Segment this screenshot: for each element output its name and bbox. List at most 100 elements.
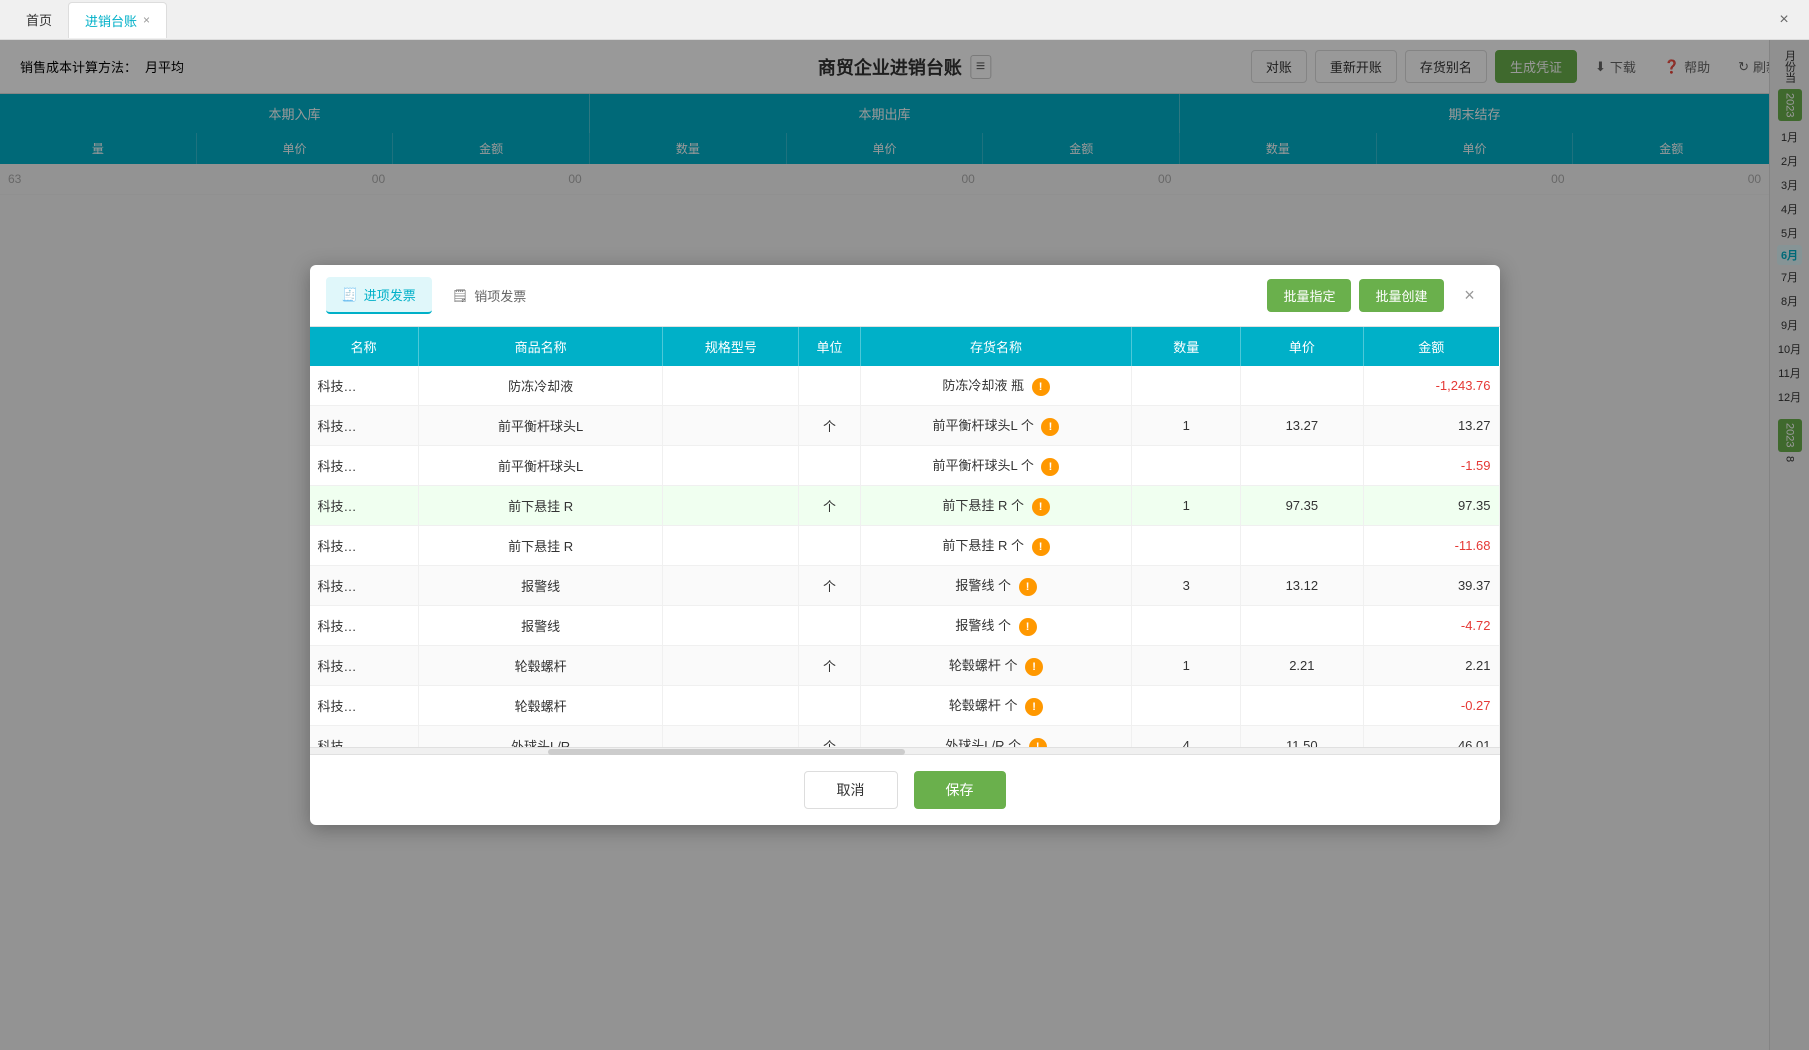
cell-price: 11.50: [1241, 726, 1363, 747]
save-button[interactable]: 保存: [914, 771, 1006, 809]
table-row[interactable]: 科技… 报警线 个 报警线 个 ! 3 13.12 39.37: [310, 566, 1500, 606]
cell-amount: -0.27: [1363, 686, 1499, 726]
cell-name: 科技…: [310, 646, 419, 686]
dialog-header: 🧾 进项发票 🗒 销项发票 批量指定 批量创建 ×: [310, 265, 1500, 327]
dialog-footer: 取消 保存: [310, 754, 1500, 825]
cell-stock: 前平衡杆球头L 个 !: [860, 406, 1132, 446]
h-scrollbar[interactable]: [310, 747, 1500, 754]
cell-price: [1241, 606, 1363, 646]
tab-input-invoice[interactable]: 🧾 进项发票: [326, 277, 432, 314]
cell-stock: 前下悬挂 R 个 !: [860, 526, 1132, 566]
cell-spec: [663, 446, 799, 486]
tab-home[interactable]: 首页: [10, 2, 68, 37]
batch-specify-button[interactable]: 批量指定: [1267, 279, 1351, 312]
table-row[interactable]: 科技… 报警线 报警线 个 ! -4.72: [310, 606, 1500, 646]
cell-stock: 前下悬挂 R 个 !: [860, 486, 1132, 526]
cell-price: [1241, 526, 1363, 566]
tab-output-invoice[interactable]: 🗒 销项发票: [436, 278, 543, 313]
cell-product: 轮毂螺杆: [418, 686, 663, 726]
cell-product: 轮毂螺杆: [418, 646, 663, 686]
cell-amount: 97.35: [1363, 486, 1499, 526]
input-invoice-icon: 🧾: [342, 287, 358, 303]
cell-qty: [1132, 366, 1241, 406]
cell-name: 科技…: [310, 366, 419, 406]
cell-name: 科技…: [310, 486, 419, 526]
cell-name: 科技…: [310, 526, 419, 566]
cell-price: 13.12: [1241, 566, 1363, 606]
cell-spec: [663, 406, 799, 446]
dialog-table[interactable]: 名称 商品名称 规格型号 单位 存货名称 数量 单价 金额 科技… 防冻冷却液: [310, 327, 1500, 747]
cell-unit: [799, 526, 860, 566]
cell-qty: [1132, 526, 1241, 566]
cell-spec: [663, 526, 799, 566]
main-area: 销售成本计算方法： 月平均 商贸企业进销台账 ≡ 对账 重新开账 存货别名 生成…: [0, 40, 1809, 1050]
col-header-unit: 单位: [799, 327, 860, 366]
col-header-name: 名称: [310, 327, 419, 366]
window-close-button[interactable]: ×: [1769, 5, 1799, 35]
cell-product: 前下悬挂 R: [418, 526, 663, 566]
cell-amount: 46.01: [1363, 726, 1499, 747]
cell-qty: 1: [1132, 646, 1241, 686]
cell-name: 科技…: [310, 406, 419, 446]
cell-price: 97.35: [1241, 486, 1363, 526]
cell-price: [1241, 366, 1363, 406]
cell-unit: 个: [799, 566, 860, 606]
cell-stock: 外球头L/R 个 !: [860, 726, 1132, 747]
col-header-qty: 数量: [1132, 327, 1241, 366]
tab-ledger[interactable]: 进销台账 ×: [68, 2, 167, 38]
cell-product: 报警线: [418, 566, 663, 606]
cell-name: 科技…: [310, 606, 419, 646]
table-row[interactable]: 科技… 外球头L/R 个 外球头L/R 个 ! 4 11.50 46.01: [310, 726, 1500, 747]
cell-spec: [663, 686, 799, 726]
cell-amount: -11.68: [1363, 526, 1499, 566]
cell-stock: 轮毂螺杆 个 !: [860, 646, 1132, 686]
cell-unit: 个: [799, 726, 860, 747]
cell-price: [1241, 446, 1363, 486]
table-row[interactable]: 科技… 轮毂螺杆 个 轮毂螺杆 个 ! 1 2.21 2.21: [310, 646, 1500, 686]
dialog-close-button[interactable]: ×: [1456, 282, 1484, 310]
table-row[interactable]: 科技… 前下悬挂 R 前下悬挂 R 个 ! -11.68: [310, 526, 1500, 566]
table-row[interactable]: 科技… 防冻冷却液 防冻冷却液 瓶 ! -1,243.76: [310, 366, 1500, 406]
warning-icon: !: [1032, 538, 1050, 556]
col-header-spec: 规格型号: [663, 327, 799, 366]
cell-unit: [799, 606, 860, 646]
h-scrollbar-thumb[interactable]: [548, 749, 905, 755]
batch-create-button[interactable]: 批量创建: [1359, 279, 1443, 312]
cell-qty: [1132, 446, 1241, 486]
cell-product: 前平衡杆球头L: [418, 406, 663, 446]
cell-amount: -4.72: [1363, 606, 1499, 646]
warning-icon: !: [1025, 658, 1043, 676]
tab-bar: 首页 进销台账 × ×: [0, 0, 1809, 40]
table-row[interactable]: 科技… 轮毂螺杆 轮毂螺杆 个 ! -0.27: [310, 686, 1500, 726]
warning-icon: !: [1019, 618, 1037, 636]
warning-icon: !: [1041, 458, 1059, 476]
table-row[interactable]: 科技… 前平衡杆球头L 前平衡杆球头L 个 ! -1.59: [310, 446, 1500, 486]
cell-product: 防冻冷却液: [418, 366, 663, 406]
cell-qty: [1132, 686, 1241, 726]
cell-product: 外球头L/R: [418, 726, 663, 747]
cell-spec: [663, 486, 799, 526]
warning-icon: !: [1041, 418, 1059, 436]
cell-amount: -1.59: [1363, 446, 1499, 486]
table-row[interactable]: 科技… 前平衡杆球头L 个 前平衡杆球头L 个 ! 1 13.27 13.27: [310, 406, 1500, 446]
cell-unit: [799, 446, 860, 486]
tab-close-icon[interactable]: ×: [143, 13, 150, 27]
cell-unit: 个: [799, 406, 860, 446]
dialog-actions: 批量指定 批量创建: [1267, 279, 1443, 312]
cell-spec: [663, 726, 799, 747]
cell-qty: [1132, 606, 1241, 646]
cell-amount: 2.21: [1363, 646, 1499, 686]
col-header-amount: 金额: [1363, 327, 1499, 366]
col-header-stock: 存货名称: [860, 327, 1132, 366]
cell-qty: 1: [1132, 406, 1241, 446]
warning-icon: !: [1019, 578, 1037, 596]
cell-product: 前下悬挂 R: [418, 486, 663, 526]
warning-icon: !: [1032, 378, 1050, 396]
cell-stock: 报警线 个 !: [860, 606, 1132, 646]
table-row[interactable]: 科技… 前下悬挂 R 个 前下悬挂 R 个 ! 1 97.35 97.35: [310, 486, 1500, 526]
cell-spec: [663, 366, 799, 406]
cancel-button[interactable]: 取消: [804, 771, 898, 809]
dialog: 🧾 进项发票 🗒 销项发票 批量指定 批量创建 ×: [310, 265, 1500, 825]
cell-price: [1241, 686, 1363, 726]
cell-stock: 前平衡杆球头L 个 !: [860, 446, 1132, 486]
